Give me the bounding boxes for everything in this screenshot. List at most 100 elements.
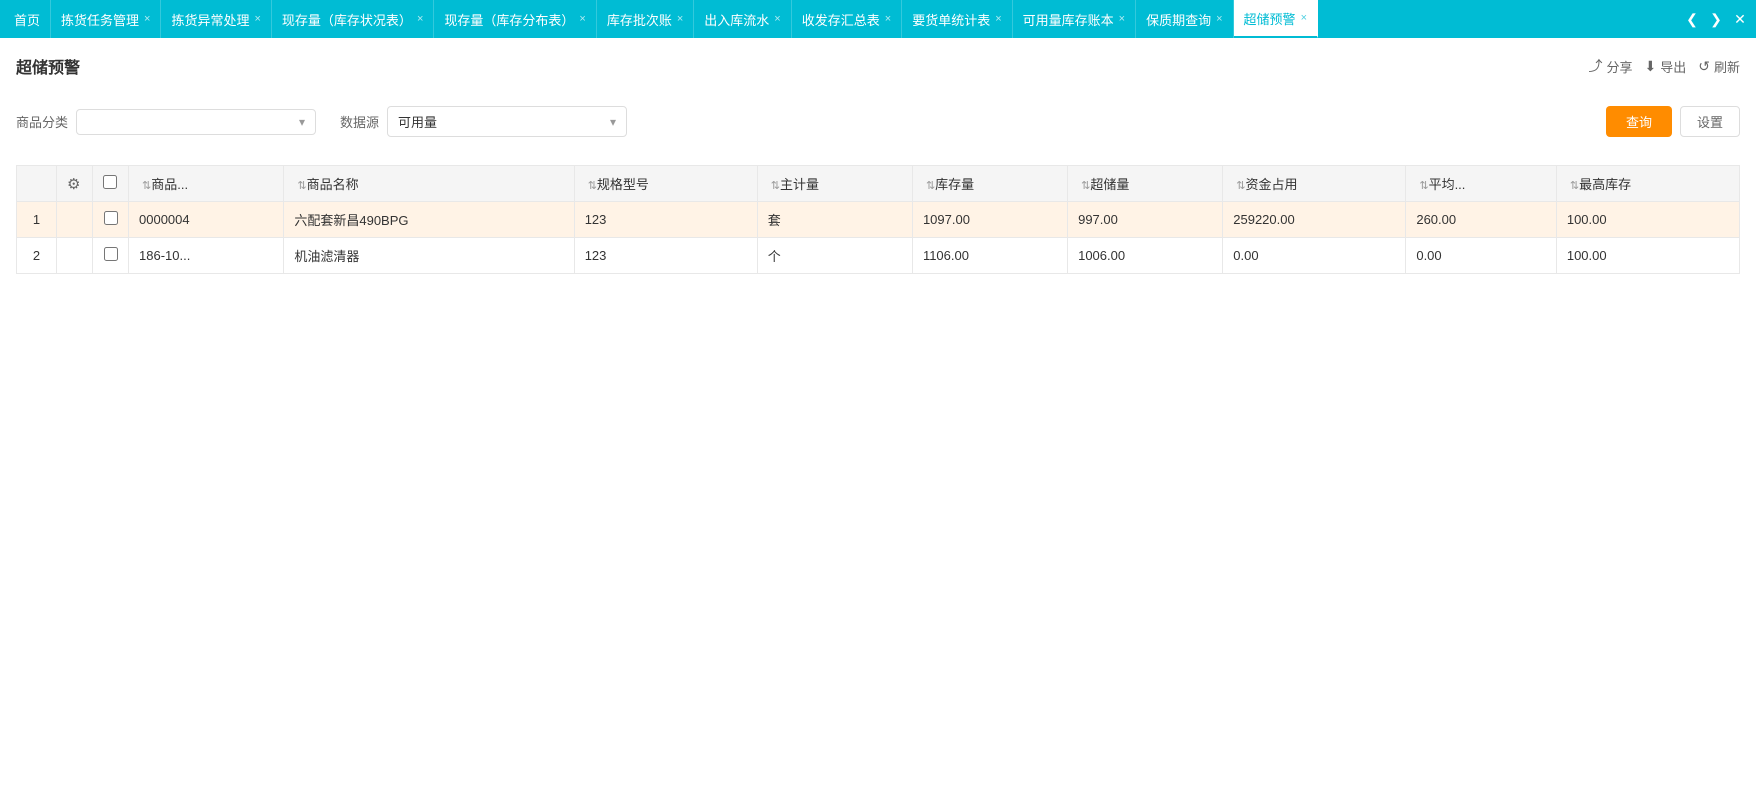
col-sort-max_stock: ⇅	[1570, 180, 1579, 192]
row-index-1: 2	[17, 238, 57, 274]
nav-item-label-7: 收发存汇总表	[802, 10, 880, 29]
nav-item-close-7[interactable]: ×	[885, 13, 891, 25]
product-category-label: 商品分类	[16, 112, 68, 131]
row-1-spec: 123	[574, 238, 757, 274]
col-sort-over_stock: ⇅	[1081, 180, 1090, 192]
nav-item-close-4[interactable]: ×	[579, 13, 585, 25]
page-container: 超储预警 ⤴ 分享 ⬇ 导出 ↺ 刷新 商品分类 ▾ 数据源	[0, 38, 1756, 800]
nav-item-0[interactable]: 首页	[4, 0, 51, 38]
col-label-over_stock: 超储量	[1090, 177, 1129, 192]
nav-item-close-11[interactable]: ×	[1301, 12, 1307, 24]
row-1-avg: 0.00	[1406, 238, 1557, 274]
nav-item-close-8[interactable]: ×	[995, 13, 1001, 25]
nav-item-5[interactable]: 库存批次账 ×	[597, 0, 694, 38]
col-header-stock: ⇅库存量	[912, 166, 1067, 202]
data-source-filter: 数据源 可用量 ▾	[340, 106, 627, 137]
product-category-select[interactable]: ▾	[76, 109, 316, 135]
product-category-chevron: ▾	[299, 115, 305, 129]
row-0-over_stock: 997.00	[1068, 202, 1223, 238]
col-label-spec: 规格型号	[597, 177, 649, 192]
nav-item-4[interactable]: 现存量（库存分布表） ×	[434, 0, 596, 38]
nav-item-close-6[interactable]: ×	[774, 13, 780, 25]
row-1-max_stock: 100.00	[1556, 238, 1739, 274]
nav-next-arrow[interactable]: ❯	[1704, 0, 1728, 38]
page-title: 超储预警	[16, 54, 80, 78]
col-sort-spec: ⇅	[588, 180, 597, 192]
nav-item-11[interactable]: 超储预警 ×	[1234, 0, 1318, 38]
nav-item-3[interactable]: 现存量（库存状况表）×	[272, 0, 434, 38]
row-0-unit: 套	[757, 202, 912, 238]
nav-item-close-1[interactable]: ×	[144, 13, 150, 25]
col-sort-unit: ⇅	[771, 180, 780, 192]
nav-item-10[interactable]: 保质期查询 ×	[1136, 0, 1233, 38]
header-actions: ⤴ 分享 ⬇ 导出 ↺ 刷新	[1588, 56, 1740, 76]
row-checkbox-0[interactable]	[104, 211, 118, 225]
col-label-avg: 平均...	[1429, 177, 1466, 192]
row-0-capital: 259220.00	[1223, 202, 1406, 238]
nav-item-2[interactable]: 拣货异常处理 ×	[161, 0, 271, 38]
refresh-button[interactable]: ↺ 刷新	[1698, 57, 1740, 76]
row-1-capital: 0.00	[1223, 238, 1406, 274]
export-button[interactable]: ⬇ 导出	[1645, 57, 1687, 76]
col-header-num	[17, 166, 57, 202]
filter-area: 商品分类 ▾ 数据源 可用量 ▾ 查询 设置	[16, 94, 1740, 149]
nav-item-9[interactable]: 可用量库存账本×	[1013, 0, 1136, 38]
nav-item-1[interactable]: 拣货任务管理 ×	[51, 0, 161, 38]
nav-item-label-10: 保质期查询	[1146, 10, 1211, 29]
nav-item-close-10[interactable]: ×	[1216, 13, 1222, 25]
nav-prev-arrow[interactable]: ❮	[1680, 0, 1704, 38]
row-1-unit: 个	[757, 238, 912, 274]
share-label: 分享	[1606, 57, 1632, 76]
table-body: 10000004六配套新昌490BPG123套1097.00997.002592…	[17, 202, 1740, 274]
settings-button[interactable]: 设置	[1680, 106, 1740, 137]
query-button[interactable]: 查询	[1606, 106, 1672, 137]
row-settings-1	[57, 238, 93, 274]
col-header-settings[interactable]: ⚙	[57, 166, 93, 202]
row-0-product_name: 六配套新昌490BPG	[284, 202, 574, 238]
col-sort-product_code: ⇅	[142, 180, 151, 192]
row-checkbox-cell-0[interactable]	[93, 202, 129, 238]
row-checkbox-cell-1[interactable]	[93, 238, 129, 274]
row-0-avg: 260.00	[1406, 202, 1557, 238]
nav-item-8[interactable]: 要货单统计表×	[902, 0, 1012, 38]
product-category-filter: 商品分类 ▾	[16, 109, 316, 135]
nav-item-label-0: 首页	[14, 10, 40, 29]
nav-close-arrow[interactable]: ✕	[1728, 0, 1752, 38]
select-all-checkbox[interactable]	[103, 175, 117, 189]
nav-item-6[interactable]: 出入库流水 ×	[694, 0, 791, 38]
page-header: 超储预警 ⤴ 分享 ⬇ 导出 ↺ 刷新	[16, 54, 1740, 78]
share-button[interactable]: ⤴ 分享	[1588, 56, 1632, 76]
row-0-spec: 123	[574, 202, 757, 238]
nav-item-label-6: 出入库流水	[704, 10, 769, 29]
col-sort-avg: ⇅	[1419, 180, 1428, 192]
nav-item-label-1: 拣货任务管理	[61, 10, 139, 29]
nav-item-label-11: 超储预警	[1244, 9, 1296, 28]
nav-item-7[interactable]: 收发存汇总表 ×	[792, 0, 902, 38]
col-header-product_name: ⇅商品名称	[284, 166, 574, 202]
col-label-capital: 资金占用	[1245, 177, 1297, 192]
nav-item-close-3[interactable]: ×	[417, 13, 423, 25]
row-1-over_stock: 1006.00	[1068, 238, 1223, 274]
row-1-product_code: 186-10...	[129, 238, 284, 274]
col-label-unit: 主计量	[780, 177, 819, 192]
row-1-product_name: 机油滤清器	[284, 238, 574, 274]
col-header-over_stock: ⇅超储量	[1068, 166, 1223, 202]
nav-item-close-9[interactable]: ×	[1119, 13, 1125, 25]
col-label-product_code: 商品...	[151, 177, 188, 192]
table-row: 2186-10...机油滤清器123个1106.001006.000.000.0…	[17, 238, 1740, 274]
nav-item-label-5: 库存批次账	[607, 10, 672, 29]
col-header-max_stock: ⇅最高库存	[1556, 166, 1739, 202]
nav-item-label-4: 现存量（库存分布表）	[444, 10, 574, 29]
export-label: 导出	[1660, 57, 1686, 76]
nav-item-label-2: 拣货异常处理	[171, 10, 249, 29]
col-header-check[interactable]	[93, 166, 129, 202]
gear-icon[interactable]: ⚙	[67, 176, 80, 193]
row-checkbox-1[interactable]	[104, 247, 118, 261]
share-icon: ⤴	[1588, 56, 1602, 76]
nav-item-close-5[interactable]: ×	[677, 13, 683, 25]
row-0-product_code: 0000004	[129, 202, 284, 238]
data-source-select[interactable]: 可用量 ▾	[387, 106, 627, 137]
row-index-0: 1	[17, 202, 57, 238]
nav-item-close-2[interactable]: ×	[254, 13, 260, 25]
data-table: ⚙⇅商品...⇅商品名称⇅规格型号⇅主计量⇅库存量⇅超储量⇅资金占用⇅平均...…	[16, 165, 1740, 274]
